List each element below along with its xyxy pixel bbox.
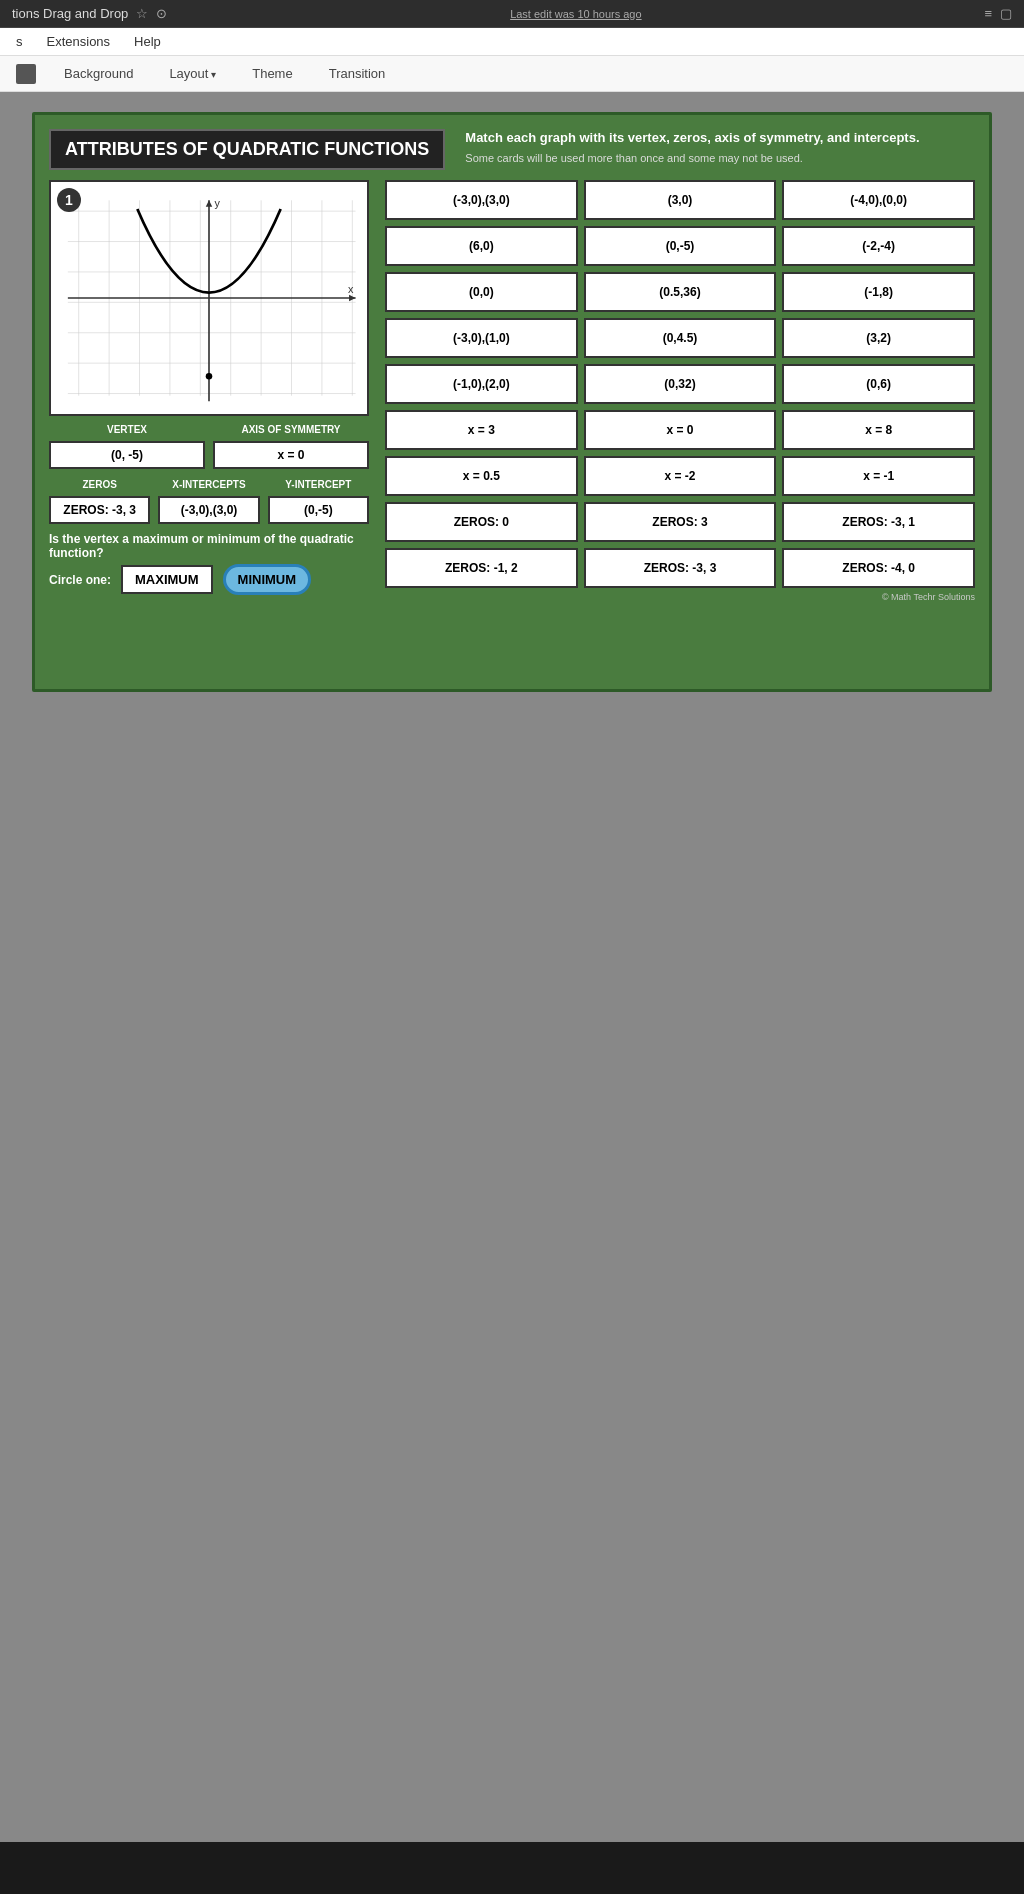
- toolbar-layout[interactable]: Layout: [161, 62, 224, 85]
- sub-instruction: Some cards will be used more than once a…: [465, 151, 919, 166]
- right-panel: (-3,0),(3,0) (3,0) (-4,0),(0,0) (6,0) (0…: [385, 180, 975, 602]
- menu-item-s[interactable]: s: [12, 32, 27, 51]
- drag-card-23[interactable]: ZEROS: -3, 1: [782, 502, 975, 542]
- top-bar: tions Drag and Drop ☆ ⊙ Last edit was 10…: [0, 0, 1024, 28]
- choice-maximum[interactable]: MAXIMUM: [121, 565, 213, 594]
- drag-card-15[interactable]: x = 3: [385, 410, 578, 450]
- drag-card-17[interactable]: x = 8: [782, 410, 975, 450]
- drag-card-21[interactable]: ZEROS: 0: [385, 502, 578, 542]
- vertex-axis-values: (0, -5) x = 0: [49, 441, 369, 469]
- slide-instructions: Match each graph with its vertex, zeros,…: [465, 129, 919, 167]
- menu-icon[interactable]: ≡: [984, 6, 992, 21]
- y-intercept-label: Y-INTERCEPT: [268, 479, 369, 490]
- drag-card-8[interactable]: (-1,8): [782, 272, 975, 312]
- star-icon[interactable]: ☆: [136, 6, 148, 21]
- slide: ATTRIBUTES OF QUADRATIC FUNCTIONS Match …: [32, 112, 992, 692]
- intercept-values: ZEROS: -3, 3 (-3,0),(3,0) (0,-5): [49, 496, 369, 524]
- drag-card-2[interactable]: (-4,0),(0,0): [782, 180, 975, 220]
- svg-text:y: y: [214, 197, 220, 209]
- drag-card-6[interactable]: (0,0): [385, 272, 578, 312]
- intercept-labels: ZEROS X-INTERCEPTS Y-INTERCEPT: [49, 479, 369, 490]
- drag-card-13[interactable]: (0,32): [584, 364, 777, 404]
- drag-card-19[interactable]: x = -2: [584, 456, 777, 496]
- vertex-axis-labels: VERTEX AXIS OF SYMMETRY: [49, 424, 369, 435]
- axis-symmetry-value: x = 0: [213, 441, 369, 469]
- zeros-label: ZEROS: [49, 479, 150, 490]
- graph-svg: x y: [57, 188, 361, 408]
- cloud-icon: ⊙: [156, 6, 167, 21]
- question-section: Is the vertex a maximum or minimum of th…: [49, 532, 369, 595]
- drag-card-16[interactable]: x = 0: [584, 410, 777, 450]
- svg-point-23: [206, 373, 213, 380]
- drag-card-7[interactable]: (0.5,36): [584, 272, 777, 312]
- toolbar: Background Layout Theme Transition: [0, 56, 1024, 92]
- circle-one-row: Circle one: MAXIMUM MINIMUM: [49, 564, 369, 595]
- x-intercepts-label: X-INTERCEPTS: [158, 479, 259, 490]
- graph-number: 1: [57, 188, 81, 212]
- slide-body: 1: [49, 180, 975, 602]
- drag-card-5[interactable]: (-2,-4): [782, 226, 975, 266]
- drag-card-10[interactable]: (0,4.5): [584, 318, 777, 358]
- drag-card-3[interactable]: (6,0): [385, 226, 578, 266]
- drag-card-12[interactable]: (-1,0),(2,0): [385, 364, 578, 404]
- x-intercepts-value: (-3,0),(3,0): [158, 496, 259, 524]
- drag-card-9[interactable]: (-3,0),(1,0): [385, 318, 578, 358]
- zeros-value: ZEROS: -3, 3: [49, 496, 150, 524]
- window-icon[interactable]: ▢: [1000, 6, 1012, 21]
- drag-card-4[interactable]: (0,-5): [584, 226, 777, 266]
- last-edit-label[interactable]: Last edit was 10 hours ago: [510, 8, 641, 20]
- app-title: tions Drag and Drop: [12, 6, 128, 21]
- left-panel: 1: [49, 180, 369, 602]
- drag-card-0[interactable]: (-3,0),(3,0): [385, 180, 578, 220]
- graph-container: 1: [49, 180, 369, 416]
- drag-card-20[interactable]: x = -1: [782, 456, 975, 496]
- main-content: ATTRIBUTES OF QUADRATIC FUNCTIONS Match …: [0, 92, 1024, 1842]
- home-icon[interactable]: [16, 64, 36, 84]
- cards-grid: (-3,0),(3,0) (3,0) (-4,0),(0,0) (6,0) (0…: [385, 180, 975, 588]
- slide-title: ATTRIBUTES OF QUADRATIC FUNCTIONS: [49, 129, 445, 170]
- toolbar-background[interactable]: Background: [56, 62, 141, 85]
- svg-marker-20: [206, 200, 213, 207]
- menu-item-extensions[interactable]: Extensions: [43, 32, 115, 51]
- slide-title-row: ATTRIBUTES OF QUADRATIC FUNCTIONS Match …: [49, 129, 975, 170]
- question-text: Is the vertex a maximum or minimum of th…: [49, 532, 369, 560]
- drag-card-26[interactable]: ZEROS: -4, 0: [782, 548, 975, 588]
- toolbar-theme[interactable]: Theme: [244, 62, 300, 85]
- toolbar-transition[interactable]: Transition: [321, 62, 394, 85]
- circle-one-label: Circle one:: [49, 573, 111, 587]
- info-grid: VERTEX AXIS OF SYMMETRY (0, -5) x = 0 ZE…: [49, 424, 369, 524]
- drag-card-18[interactable]: x = 0.5: [385, 456, 578, 496]
- drag-card-25[interactable]: ZEROS: -3, 3: [584, 548, 777, 588]
- vertex-label: VERTEX: [49, 424, 205, 435]
- y-intercept-value: (0,-5): [268, 496, 369, 524]
- drag-card-11[interactable]: (3,2): [782, 318, 975, 358]
- drag-card-24[interactable]: ZEROS: -1, 2: [385, 548, 578, 588]
- drag-card-22[interactable]: ZEROS: 3: [584, 502, 777, 542]
- menu-item-help[interactable]: Help: [130, 32, 165, 51]
- drag-card-1[interactable]: (3,0): [584, 180, 777, 220]
- menu-bar: s Extensions Help: [0, 28, 1024, 56]
- main-instruction: Match each graph with its vertex, zeros,…: [465, 129, 919, 147]
- axis-symmetry-label: AXIS OF SYMMETRY: [213, 424, 369, 435]
- drag-card-14[interactable]: (0,6): [782, 364, 975, 404]
- svg-text:x: x: [348, 283, 354, 295]
- copyright: © Math Techr Solutions: [385, 592, 975, 602]
- choice-minimum[interactable]: MINIMUM: [223, 564, 312, 595]
- vertex-value: (0, -5): [49, 441, 205, 469]
